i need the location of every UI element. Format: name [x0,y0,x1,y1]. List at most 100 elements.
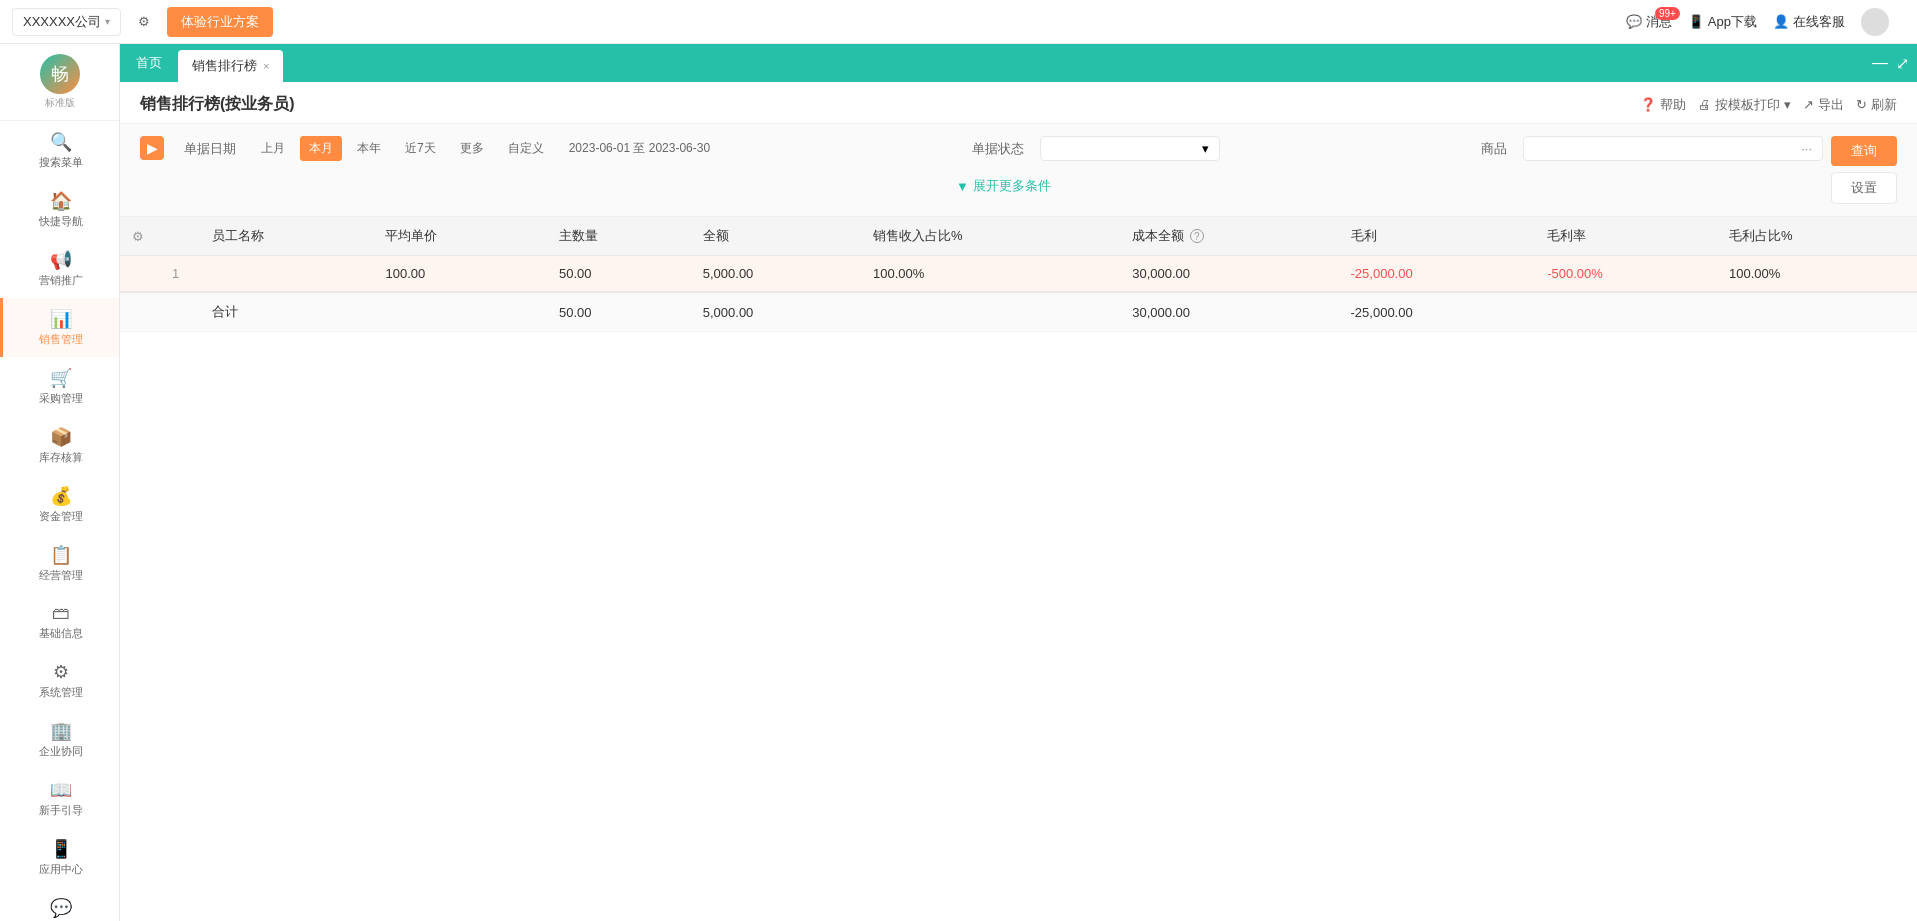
refresh-button[interactable]: ↻ 刷新 [1856,96,1897,114]
top-bar: XXXXXX公司 ▾ ⚙ 体验行业方案 💬 消息 99+ 📱 App下载 👤 在… [0,0,1917,44]
status-select[interactable]: ▾ [1040,136,1220,161]
tab-home[interactable]: 首页 [120,44,178,82]
sidebar-item-inventory[interactable]: 📦 库存核算 [0,416,119,475]
app-icon: 📱 [1688,14,1704,29]
apps-icon: 📱 [50,838,72,860]
table-area: ⚙ 员工名称 平均单价 主数量 全额 销售收入占比% 成本全额 ? [120,217,1917,332]
sidebar-item-wechat[interactable]: 💬 企业微信 [0,887,119,921]
cost-info-icon[interactable]: ? [1190,229,1204,243]
col-gross: 毛利 [1339,217,1536,256]
help-icon: ❓ [1640,97,1656,112]
col-sales-pct: 销售收入占比% [861,217,1120,256]
date-range: 2023-06-01 至 2023-06-30 [569,140,710,157]
company-name: XXXXXX公司 [23,13,101,31]
tab-right-buttons: — ⤢ [1872,54,1917,73]
help-button[interactable]: ❓ 帮助 [1640,96,1686,114]
company-select[interactable]: XXXXXX公司 ▾ [12,8,121,36]
date-btn-custom[interactable]: 自定义 [499,136,553,161]
filter-expand-row: ▼ 展开更多条件 [184,169,1823,195]
print-icon: 🖨 [1698,97,1711,112]
sidebar-item-enterprise[interactable]: 🏢 企业协同 [0,710,119,769]
inventory-icon: 📦 [50,426,72,448]
cell-gross-pct: 100.00% [1717,256,1917,293]
sidebar-item-basic[interactable]: 🗃 基础信息 [0,593,119,651]
system-icon: ⚙ [53,661,69,683]
sidebar-item-purchase[interactable]: 🛒 采购管理 [0,357,119,416]
col-gross-pct: 毛利占比% [1717,217,1917,256]
online-service-button[interactable]: 👤 在线客服 [1773,13,1845,31]
col-avg-price: 平均单价 [373,217,546,256]
sidebar-item-operation[interactable]: 📋 经营管理 [0,534,119,593]
date-btn-more[interactable]: 更多 [451,136,493,161]
query-button[interactable]: 查询 [1831,136,1897,166]
footer-rank [160,292,200,332]
trial-button[interactable]: 体验行业方案 [167,7,273,37]
home-icon: 🏠 [50,190,72,212]
date-btn-7days[interactable]: 近7天 [396,136,445,161]
tab-sales-ranking[interactable]: 销售排行榜 × [178,50,283,82]
sidebar-item-shortcut[interactable]: 🏠 快捷导航 [0,180,119,239]
print-button[interactable]: 🖨 按模板打印 ▾ [1698,96,1791,114]
tab-maximize-icon[interactable]: ⤢ [1896,54,1909,73]
chevron-down-icon: ▾ [105,16,110,27]
date-btn-this-month[interactable]: 本月 [300,136,342,161]
footer-quantity: 50.00 [547,292,691,332]
date-label: 单据日期 [184,140,236,158]
logo-subtitle: 标准版 [45,96,75,110]
sidebar-item-apps[interactable]: 📱 应用中心 [0,828,119,887]
footer-settings [120,292,160,332]
search-icon: 🔍 [50,131,72,153]
sidebar-item-guide[interactable]: 📖 新手引导 [0,769,119,828]
col-settings[interactable]: ⚙ [120,217,160,256]
export-icon: ↗ [1803,97,1814,112]
sidebar-item-marketing[interactable]: 📢 营销推广 [0,239,119,298]
filter-inner: 单据日期 上月 本月 本年 近7天 更多 自定义 2023-06-01 至 20… [184,136,1823,195]
page-content: 销售排行榜(按业务员) ❓ 帮助 🖨 按模板打印 ▾ ↗ [120,82,1917,921]
table-header-row: ⚙ 员工名称 平均单价 主数量 全额 销售收入占比% 成本全额 ? [120,217,1917,256]
sidebar-item-finance[interactable]: 💰 资金管理 [0,475,119,534]
query-buttons: 查询 设置 [1831,136,1897,204]
sidebar-item-sales[interactable]: 📊 销售管理 [0,298,119,357]
goods-more-icon[interactable]: ··· [1801,141,1812,156]
page-title: 销售排行榜(按业务员) [140,94,295,115]
export-button[interactable]: ↗ 导出 [1803,96,1844,114]
footer-gross-rate [1535,292,1717,332]
filter-collapse-button[interactable]: ▶ [140,136,164,160]
cell-quantity: 50.00 [547,256,691,293]
top-bar-right: 💬 消息 99+ 📱 App下载 👤 在线客服 [1626,8,1905,36]
expand-icon: ▼ [956,179,969,194]
table-row: 1 100.00 50.00 5,000.00 100.00% 30,000.0… [120,256,1917,293]
service-icon: 👤 [1773,14,1789,29]
app-download-button[interactable]: 📱 App下载 [1688,13,1757,31]
cell-gross-rate: -500.00% [1535,256,1717,293]
tab-bar: 首页 销售排行榜 × — ⤢ [120,44,1917,82]
settings-icon[interactable]: ⚙ [129,7,159,37]
enterprise-icon: 🏢 [50,720,72,742]
sidebar-item-search[interactable]: 🔍 搜索菜单 [0,121,119,180]
tab-minimize-icon[interactable]: — [1872,54,1888,72]
cell-cost: 30,000.00 [1120,256,1338,293]
footer-gross-pct [1717,292,1917,332]
expand-button[interactable]: ▼ 展开更多条件 [956,177,1051,195]
tab-close-icon[interactable]: × [263,60,269,72]
avatar[interactable] [1861,8,1889,36]
filter-settings-button[interactable]: 设置 [1831,172,1897,204]
print-chevron-icon: ▾ [1784,97,1791,112]
date-btn-this-year[interactable]: 本年 [348,136,390,161]
cell-employee [200,256,373,293]
message-button[interactable]: 💬 消息 99+ [1626,13,1672,31]
col-cost: 成本全额 ? [1120,217,1338,256]
sales-icon: 📊 [50,308,72,330]
sidebar-item-system[interactable]: ⚙ 系统管理 [0,651,119,710]
goods-input[interactable]: ··· [1523,136,1823,161]
wechat-icon: 💬 [50,897,72,919]
guide-icon: 📖 [50,779,72,801]
cell-avg-price: 100.00 [373,256,546,293]
cell-gross: -25,000.00 [1339,256,1536,293]
refresh-icon: ↻ [1856,97,1867,112]
finance-icon: 💰 [50,485,72,507]
footer-label: 合计 [200,292,373,332]
footer-gross: -25,000.00 [1339,292,1536,332]
footer-amount: 5,000.00 [691,292,861,332]
date-btn-last-month[interactable]: 上月 [252,136,294,161]
